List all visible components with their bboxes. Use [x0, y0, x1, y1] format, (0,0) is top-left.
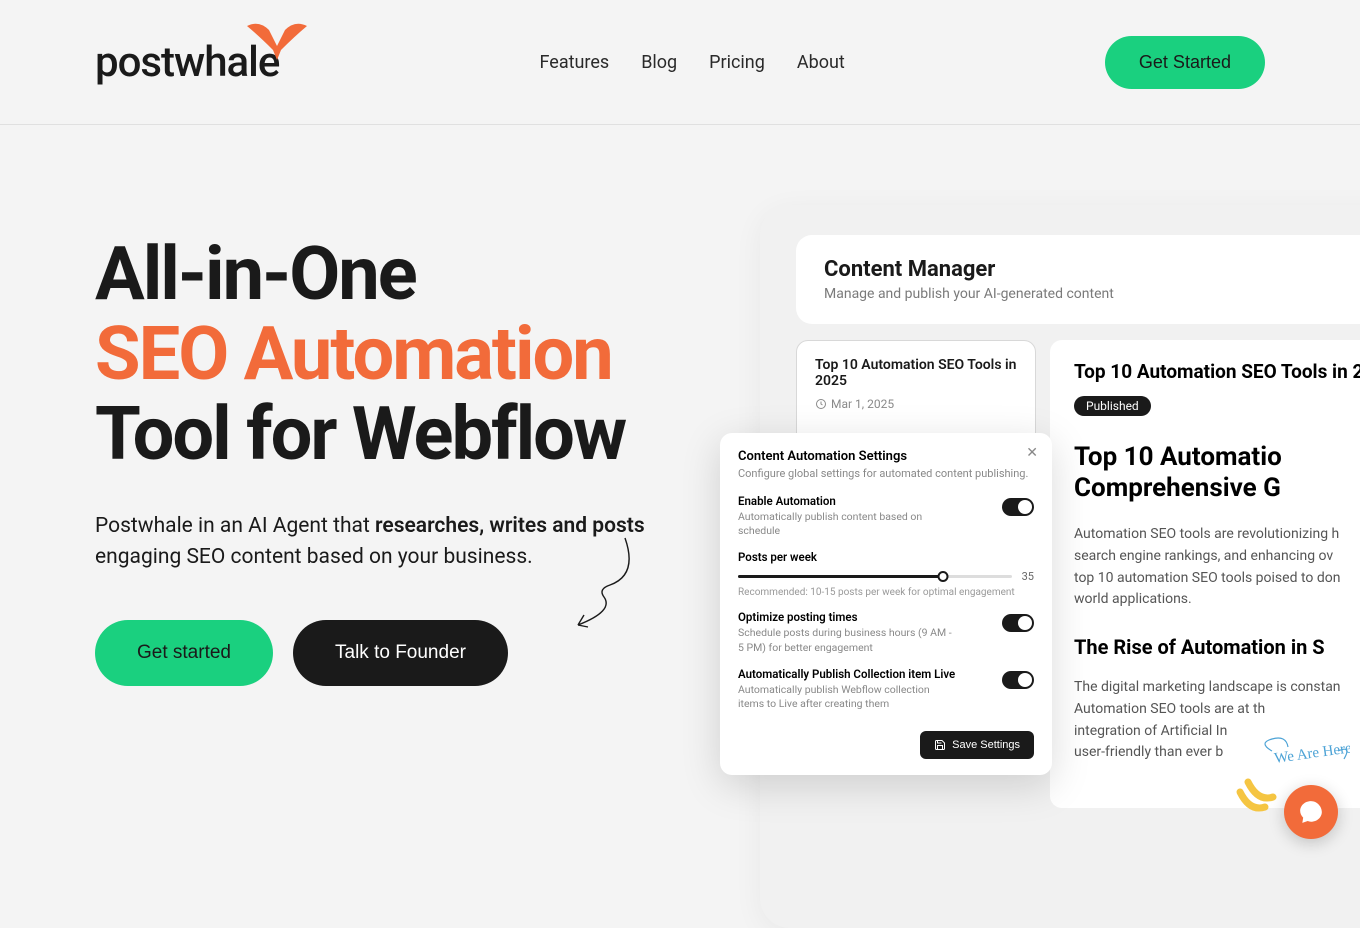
setting-auto-publish: Automatically Publish Collection item Li… — [738, 667, 1034, 711]
site-header: postwhale Features Blog Pricing About Ge… — [0, 0, 1360, 125]
hero-line2: SEO Automation — [95, 311, 612, 398]
hero-line1: All-in-One — [95, 231, 416, 318]
posts-per-week-hint: Recommended: 10-15 posts per week for op… — [738, 587, 1034, 598]
whale-tail-icon — [247, 20, 307, 60]
content-manager-title: Content Manager — [824, 257, 1360, 282]
setting-enable-automation: Enable Automation Automatically publish … — [738, 494, 1034, 538]
curvy-arrow-icon — [570, 535, 640, 635]
nav-features[interactable]: Features — [540, 52, 610, 73]
setting-posts-per-week: Posts per week 35 Recommended: 10-15 pos… — [738, 550, 1034, 598]
modal-subtitle: Configure global settings for automated … — [738, 467, 1034, 480]
content-item-date: Mar 1, 2025 — [815, 397, 1017, 411]
enable-automation-label: Enable Automation — [738, 494, 958, 508]
modal-title: Content Automation Settings — [738, 449, 1034, 464]
chat-button[interactable] — [1284, 785, 1338, 839]
preview-subheading: The Rise of Automation in S — [1074, 635, 1360, 659]
enable-automation-toggle[interactable] — [1002, 498, 1034, 516]
auto-publish-desc: Automatically publish Webflow collection… — [738, 683, 958, 711]
preview-paragraph-2: The digital marketing landscape is const… — [1074, 677, 1360, 764]
close-icon[interactable]: ✕ — [1026, 445, 1038, 461]
automation-settings-modal: ✕ Content Automation Settings Configure … — [720, 433, 1052, 775]
brand-logo: postwhale — [95, 38, 279, 87]
optimize-label: Optimize posting times — [738, 610, 958, 624]
enable-automation-desc: Automatically publish content based on s… — [738, 510, 958, 538]
preview-heading: Top 10 Automation SEO Tools in 20 — [1074, 360, 1360, 383]
article-preview-panel: Top 10 Automation SEO Tools in 20 Publis… — [1050, 340, 1360, 808]
main-nav: Features Blog Pricing About — [540, 52, 845, 73]
hero-sub-post: engaging SEO content based on your busin… — [95, 545, 533, 569]
chat-icon — [1298, 799, 1324, 825]
preview-paragraph-1: Automation SEO tools are revolutionizing… — [1074, 524, 1360, 611]
clock-icon — [815, 398, 827, 410]
save-icon — [934, 739, 946, 751]
content-item-title: Top 10 Automation SEO Tools in 2025 — [815, 357, 1017, 389]
posts-per-week-value: 35 — [1022, 570, 1034, 583]
posts-per-week-slider[interactable] — [738, 575, 1012, 578]
nav-pricing[interactable]: Pricing — [709, 52, 765, 73]
content-item-date-text: Mar 1, 2025 — [831, 397, 894, 411]
nav-blog[interactable]: Blog — [641, 52, 677, 73]
talk-to-founder-button[interactable]: Talk to Founder — [293, 620, 508, 686]
get-started-button[interactable]: Get started — [95, 620, 273, 686]
hero-title: All-in-One SEO Automation Tool for Webfl… — [95, 235, 665, 475]
status-badge: Published — [1074, 396, 1151, 416]
content-manager-header-card: Content Manager Manage and publish your … — [796, 235, 1360, 324]
content-manager-subtitle: Manage and publish your AI-generated con… — [824, 286, 1360, 302]
auto-publish-toggle[interactable] — [1002, 671, 1034, 689]
auto-publish-label: Automatically Publish Collection item Li… — [738, 667, 958, 681]
save-settings-button[interactable]: Save Settings — [920, 731, 1034, 759]
hero-sub-pre: Postwhale in an AI Agent that — [95, 514, 375, 538]
posts-per-week-label: Posts per week — [738, 550, 1034, 564]
get-started-header-button[interactable]: Get Started — [1105, 36, 1265, 89]
preview-article-title: Top 10 Automatio Comprehensive G — [1074, 442, 1360, 504]
save-settings-label: Save Settings — [952, 739, 1020, 751]
optimize-desc: Schedule posts during business hours (9 … — [738, 626, 958, 654]
hero-line3: Tool for Webflow — [95, 391, 625, 478]
setting-optimize-times: Optimize posting times Schedule posts du… — [738, 610, 1034, 654]
optimize-toggle[interactable] — [1002, 614, 1034, 632]
nav-about[interactable]: About — [797, 52, 845, 73]
